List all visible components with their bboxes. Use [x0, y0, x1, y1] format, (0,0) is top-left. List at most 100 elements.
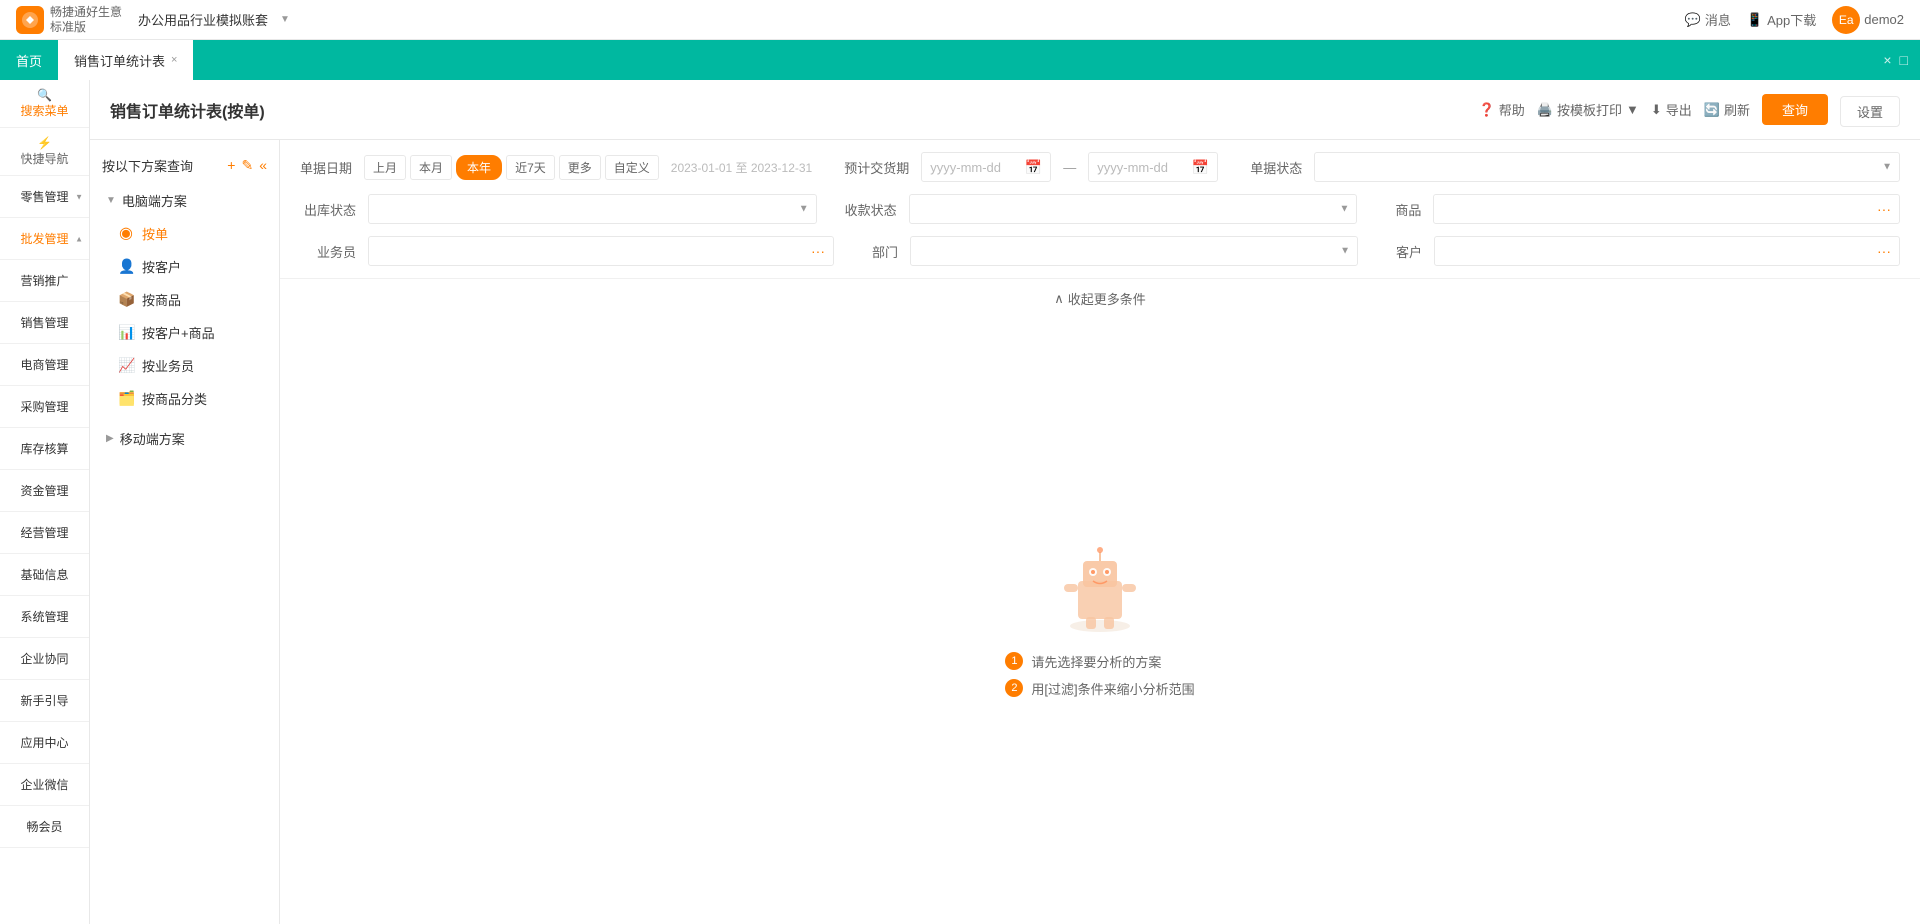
date-btn-group: 上月 本月 本年 近7天 更多 自定义 [364, 155, 659, 180]
salesperson-more-icon[interactable]: ··· [811, 243, 825, 259]
avatar: Ea [1832, 6, 1860, 34]
date-btn-7days[interactable]: 近7天 [506, 155, 555, 180]
department-select[interactable] [910, 236, 1358, 266]
scheme-item-by-staff[interactable]: 📈 按业务员 [90, 349, 279, 382]
print-dropdown-icon: ▼ [1626, 102, 1639, 117]
tab-close-button[interactable]: × [171, 54, 177, 66]
empty-state: 1 请先选择要分析的方案 2 用[过滤]条件来缩小分析范围 [280, 318, 1920, 924]
export-button[interactable]: ⬇ 导出 [1651, 100, 1692, 119]
collapse-bar[interactable]: ∧ 收起更多条件 [280, 278, 1920, 318]
sidebar-item-operation[interactable]: 经营管理 [0, 512, 89, 554]
sidebar-search[interactable]: 🔍 搜索菜单 [0, 80, 89, 128]
scheme-item-by-order[interactable]: ◉ 按单 [90, 216, 279, 250]
customer-input-wrap: ··· [1434, 236, 1900, 266]
scheme-goods-icon: 📦 [118, 291, 134, 308]
help-button[interactable]: ❓ 帮助 [1479, 100, 1525, 119]
scheme-add-button[interactable]: + [227, 157, 235, 174]
message-button[interactable]: 💬 消息 [1685, 10, 1731, 29]
delivery-status-select[interactable] [368, 194, 817, 224]
scheme-desktop-group-title[interactable]: ▼ 电脑端方案 [90, 185, 279, 216]
sidebar-item-newbie[interactable]: 新手引导 [0, 680, 89, 722]
refresh-button[interactable]: 🔄 刷新 [1704, 100, 1750, 119]
tab-home[interactable]: 首页 [0, 40, 58, 80]
date-btn-custom[interactable]: 自定义 [605, 155, 659, 180]
scheme-item-by-customer[interactable]: 👤 按客户 [90, 250, 279, 283]
tab-sales-order-stats[interactable]: 销售订单统计表 × [58, 40, 193, 80]
top-bar-right: 💬 消息 📱 App下载 Ea demo2 [1685, 6, 1904, 34]
scheme-item-by-customer-goods[interactable]: 📊 按客户+商品 [90, 316, 279, 349]
date-btn-last-month[interactable]: 上月 [364, 155, 406, 180]
date-btn-more[interactable]: 更多 [559, 155, 601, 180]
app-title-dropdown[interactable]: ▼ [280, 14, 290, 25]
setting-button[interactable]: 设置 [1840, 96, 1900, 127]
sidebar-item-inventory[interactable]: 库存核算 [0, 428, 89, 470]
payment-status-select-wrap: ▼ [909, 194, 1358, 224]
sidebar-item-basic-info[interactable]: 基础信息 [0, 554, 89, 596]
scheme-mobile-group-title[interactable]: ▶ 移动端方案 [90, 423, 279, 454]
window-controls: × □ [1883, 52, 1920, 68]
page-actions: ❓ 帮助 🖨️ 按模板打印 ▼ ⬇ 导出 🔄 刷新 查询 设置 [1479, 92, 1900, 127]
goods-input-wrap: ··· [1433, 194, 1900, 224]
scheme-category-icon: 🗂️ [118, 390, 134, 407]
scheme-edit-button[interactable]: ✎ [241, 157, 253, 174]
top-bar: 畅捷通好生意 标准版 办公用品行业模拟账套 ▼ 💬 消息 📱 App下载 Ea … [0, 0, 1920, 40]
scheme-item-by-goods[interactable]: 📦 按商品 [90, 283, 279, 316]
date-label: 单据日期 [300, 158, 352, 177]
goods-more-icon[interactable]: ··· [1877, 201, 1891, 217]
page-title: 销售订单统计表(按单) [110, 98, 265, 122]
logo-icon [16, 6, 44, 34]
date-btn-this-year[interactable]: 本年 [456, 155, 502, 180]
sidebar-item-system[interactable]: 系统管理 [0, 596, 89, 638]
scheme-item-by-category[interactable]: 🗂️ 按商品分类 [90, 382, 279, 415]
empty-tips: 1 请先选择要分析的方案 2 用[过滤]条件来缩小分析范围 [1005, 652, 1194, 706]
goods-input[interactable] [1442, 202, 1877, 217]
sidebar-item-sales[interactable]: 销售管理 [0, 302, 89, 344]
sidebar-item-retail[interactable]: 零售管理 [0, 176, 89, 218]
scheme-panel: 按以下方案查询 + ✎ « ▼ 电脑端方案 ◉ 按单 [90, 140, 280, 924]
main-area: 🔍 搜索菜单 ⚡ 快捷导航 零售管理 批发管理 营销推广 销售管理 电商管理 采… [0, 80, 1920, 924]
filter-panel: 单据日期 上月 本月 本年 近7天 更多 自定义 2023-01-01 至 20… [280, 140, 1920, 924]
sidebar-item-ecommerce[interactable]: 电商管理 [0, 344, 89, 386]
customer-input[interactable] [1443, 244, 1877, 259]
scheme-header: 按以下方案查询 + ✎ « [90, 150, 279, 181]
sidebar-item-finance[interactable]: 资金管理 [0, 470, 89, 512]
date-btn-this-month[interactable]: 本月 [410, 155, 452, 180]
print-button[interactable]: 🖨️ 按模板打印 ▼ [1537, 100, 1639, 119]
sidebar-item-purchase[interactable]: 采购管理 [0, 386, 89, 428]
expected-delivery-end[interactable]: yyyy-mm-dd 📅 [1088, 152, 1218, 182]
customer-more-icon[interactable]: ··· [1877, 243, 1891, 259]
date-separator: — [1063, 160, 1076, 175]
top-bar-left: 畅捷通好生意 标准版 办公用品行业模拟账套 ▼ [16, 5, 290, 34]
content-body: 按以下方案查询 + ✎ « ▼ 电脑端方案 ◉ 按单 [90, 140, 1920, 924]
app-download-button[interactable]: 📱 App下载 [1747, 10, 1816, 29]
filter-row-3-inner: 业务员 ··· 部门 ▼ 客户 ··· [300, 236, 1900, 266]
scheme-actions: + ✎ « [227, 157, 267, 174]
sidebar-item-member[interactable]: 畅会员 [0, 806, 89, 848]
payment-status-select[interactable] [909, 194, 1358, 224]
sidebar-item-enterprise[interactable]: 企业协同 [0, 638, 89, 680]
print-icon: 🖨️ [1537, 102, 1553, 118]
salesperson-label: 业务员 [300, 242, 356, 261]
sidebar-item-wholesale[interactable]: 批发管理 [0, 218, 89, 260]
expected-delivery-start[interactable]: yyyy-mm-dd 📅 [921, 152, 1051, 182]
empty-illustration [1050, 536, 1150, 636]
sidebar-quick-nav[interactable]: ⚡ 快捷导航 [0, 128, 89, 176]
scheme-group-arrow: ▼ [106, 195, 116, 206]
calendar-icon-end: 📅 [1192, 159, 1209, 176]
query-button[interactable]: 查询 [1762, 94, 1828, 125]
empty-tip-2: 2 用[过滤]条件来缩小分析范围 [1005, 679, 1194, 698]
sidebar-item-app-center[interactable]: 应用中心 [0, 722, 89, 764]
scheme-collapse-button[interactable]: « [259, 157, 267, 174]
window-close-button[interactable]: × [1883, 52, 1891, 68]
empty-tip-1: 1 请先选择要分析的方案 [1005, 652, 1194, 671]
order-status-select[interactable] [1314, 152, 1900, 182]
user-menu[interactable]: Ea demo2 [1832, 6, 1904, 34]
page-header: 销售订单统计表(按单) ❓ 帮助 🖨️ 按模板打印 ▼ ⬇ 导出 🔄 刷新 [90, 80, 1920, 140]
scheme-mobile-group: ▶ 移动端方案 [90, 419, 279, 458]
logo-text: 畅捷通好生意 标准版 [50, 5, 122, 34]
sidebar-item-wechat[interactable]: 企业微信 [0, 764, 89, 806]
salesperson-input[interactable] [377, 244, 811, 259]
calendar-icon-start: 📅 [1025, 159, 1042, 176]
window-maximize-button[interactable]: □ [1900, 52, 1908, 68]
sidebar-item-marketing[interactable]: 营销推广 [0, 260, 89, 302]
